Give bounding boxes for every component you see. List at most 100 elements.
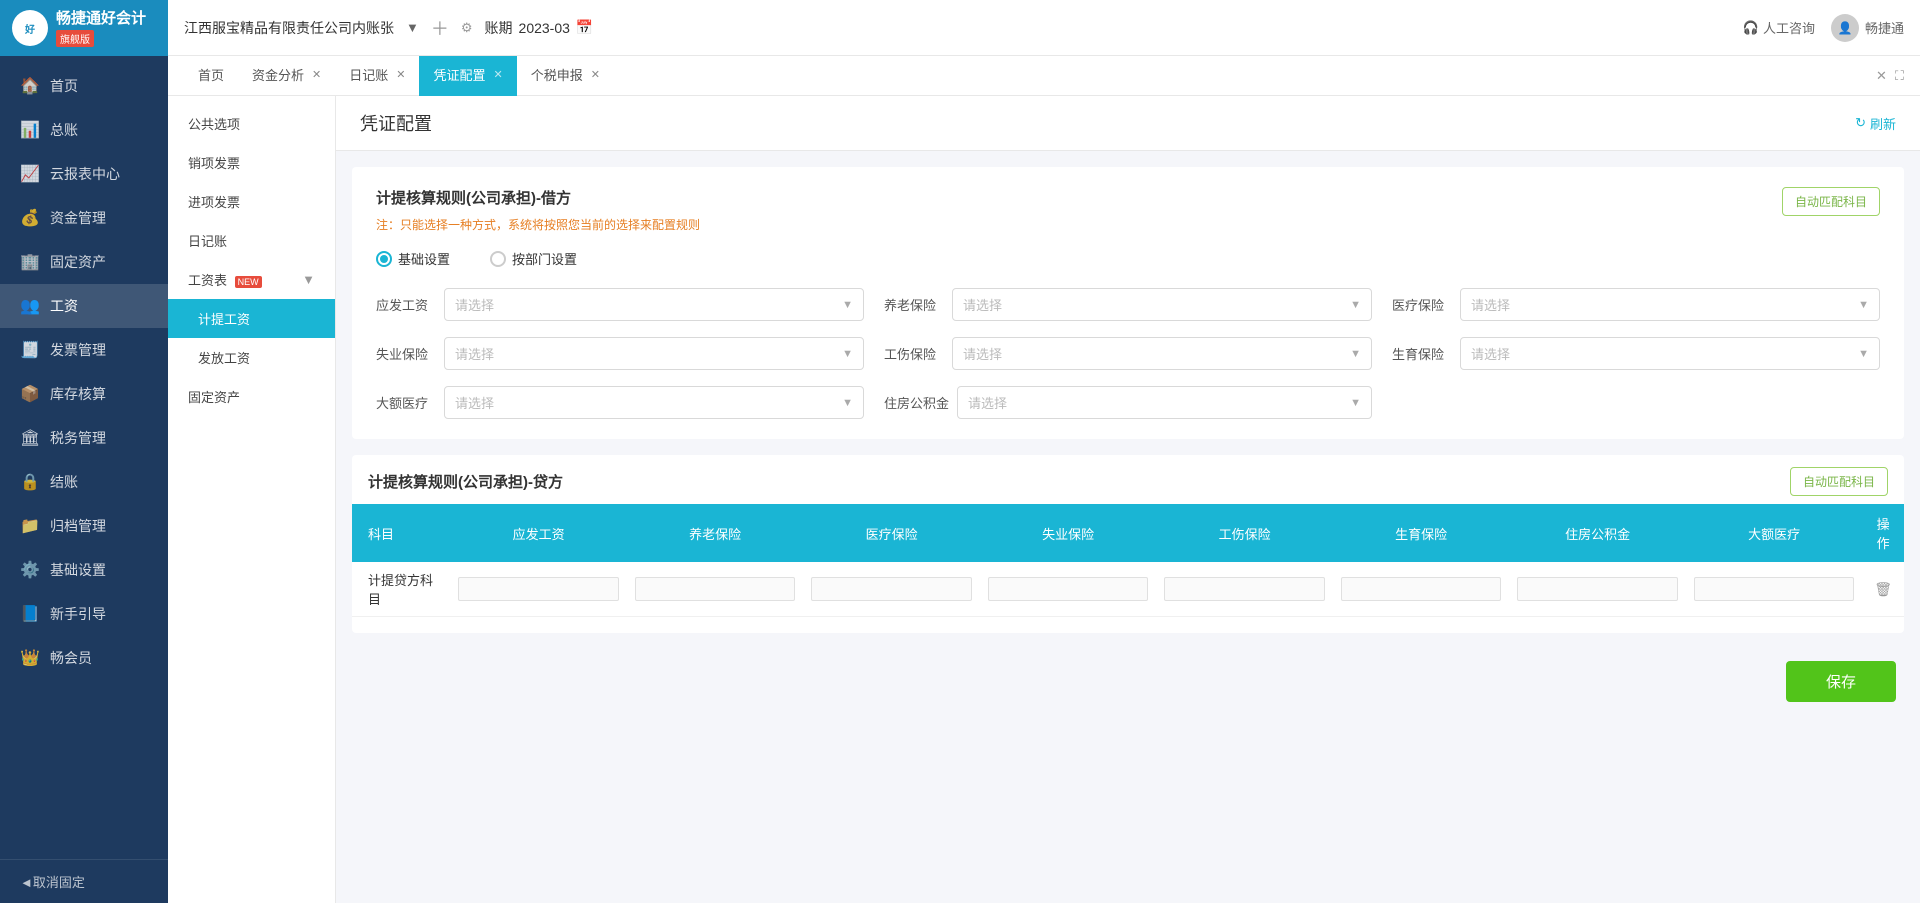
avatar: 👤 — [1831, 14, 1859, 42]
menu-sales-invoice[interactable]: 销项发票 — [168, 143, 335, 182]
sidebar-item-reports[interactable]: 📈 云报表中心 — [0, 152, 168, 196]
service-button[interactable]: 🎧 人工咨询 — [1743, 18, 1815, 37]
tab-funds[interactable]: 资金分析 ✕ — [238, 56, 335, 96]
field-injury: 工伤保险 请选择 ▼ — [884, 337, 1372, 370]
input-injury[interactable] — [1164, 577, 1324, 601]
sidebar-nav: 🏠 首页 📊 总账 📈 云报表中心 💰 资金管理 🏢 固定资产 👥 工资 🧾 发… — [0, 56, 168, 859]
tab-close-all[interactable]: ✕ — [1876, 68, 1887, 84]
cell-maternity — [1333, 562, 1509, 617]
sidebar-item-invoice[interactable]: 🧾 发票管理 — [0, 328, 168, 372]
input-bigmedical[interactable] — [1694, 577, 1854, 601]
sidebar-item-archive[interactable]: 📁 归档管理 — [0, 504, 168, 548]
maternity-select[interactable]: 请选择 ▼ — [1460, 337, 1880, 370]
cell-pension — [627, 562, 803, 617]
credit-auto-match-button[interactable]: 自动匹配科目 — [1790, 467, 1888, 496]
expand-icon[interactable]: ▼ — [302, 272, 315, 287]
tab-tax-close[interactable]: ✕ — [591, 68, 600, 81]
sidebar-item-home[interactable]: 🏠 首页 — [0, 64, 168, 108]
base-salary-label: 应发工资 — [376, 295, 436, 314]
sidebar-item-inventory[interactable]: 📦 库存核算 — [0, 372, 168, 416]
sidebar-item-close[interactable]: 🔒 结账 — [0, 460, 168, 504]
col-unemployment: 失业保险 — [980, 504, 1156, 562]
sidebar-item-salary[interactable]: 👥 工资 — [0, 284, 168, 328]
radio-group: 基础设置 按部门设置 — [376, 249, 1880, 268]
add-tab-button[interactable]: ＋ — [431, 15, 449, 41]
tab-diary[interactable]: 日记账 ✕ — [335, 56, 419, 96]
field-unemployment: 失业保险 请选择 ▼ — [376, 337, 864, 370]
tab-diary-close[interactable]: ✕ — [396, 68, 405, 81]
settings-icon: ⚙️ — [20, 560, 40, 580]
sidebar-item-assets[interactable]: 🏢 固定资产 — [0, 240, 168, 284]
housing-select[interactable]: 请选择 ▼ — [957, 386, 1372, 419]
radio-basic[interactable]: 基础设置 — [376, 249, 450, 268]
chevron-down-icon-3: ▼ — [1858, 299, 1869, 311]
settings-button[interactable]: ⚙ — [461, 20, 473, 36]
save-button[interactable]: 保存 — [1786, 661, 1896, 702]
tab-voucher[interactable]: 凭证配置 ✕ — [419, 56, 516, 96]
home-icon: 🏠 — [20, 76, 40, 96]
injury-label: 工伤保险 — [884, 344, 944, 363]
calendar-icon[interactable]: 📅 — [576, 19, 593, 36]
col-pension: 养老保险 — [627, 504, 803, 562]
radio-dept-circle — [490, 251, 506, 267]
refresh-button[interactable]: ↻ 刷新 — [1855, 114, 1896, 133]
company-name: 江西服宝精品有限责任公司内账张 — [184, 18, 394, 38]
field-medical: 医疗保险 请选择 ▼ — [1392, 288, 1880, 321]
unemployment-select[interactable]: 请选择 ▼ — [444, 337, 864, 370]
page-content: 凭证配置 ↻ 刷新 计提核算规则(公司承担)-借方 注：只能选择一种方式，系统将… — [336, 96, 1920, 903]
input-base-salary[interactable] — [458, 577, 618, 601]
tab-voucher-close[interactable]: ✕ — [494, 68, 503, 81]
base-salary-select[interactable]: 请选择 ▼ — [444, 288, 864, 321]
input-unemployment[interactable] — [988, 577, 1148, 601]
menu-accrual-salary[interactable]: 计提工资 — [168, 299, 335, 338]
cell-bigmedical — [1686, 562, 1862, 617]
chevron-down-icon-4: ▼ — [842, 348, 853, 360]
cell-unemployment — [980, 562, 1156, 617]
unemployment-label: 失业保险 — [376, 344, 436, 363]
tab-expand[interactable]: ⛶ — [1895, 68, 1904, 84]
debit-section-title: 计提核算规则(公司承担)-借方 — [376, 187, 700, 208]
refresh-icon: ↻ — [1855, 115, 1866, 131]
sidebar-item-guide[interactable]: 📘 新手引导 — [0, 592, 168, 636]
input-pension[interactable] — [635, 577, 795, 601]
sidebar-item-ledger[interactable]: 📊 总账 — [0, 108, 168, 152]
cell-base-salary — [450, 562, 626, 617]
cell-injury — [1156, 562, 1332, 617]
input-medical[interactable] — [811, 577, 971, 601]
bigmedical-select[interactable]: 请选择 ▼ — [444, 386, 864, 419]
input-maternity[interactable] — [1341, 577, 1501, 601]
sidebar-item-tax[interactable]: 🏛 税务管理 — [0, 416, 168, 460]
tabs-actions: ✕ ⛶ — [1876, 68, 1904, 84]
menu-pay-salary[interactable]: 发放工资 — [168, 338, 335, 377]
tab-home[interactable]: 首页 — [184, 56, 238, 96]
logo-area: 好 畅捷通好会计 旗舰版 — [0, 0, 168, 56]
tab-funds-close[interactable]: ✕ — [312, 68, 321, 81]
tab-tax[interactable]: 个税申报 ✕ — [517, 56, 614, 96]
logo-text: 畅捷通好会计 旗舰版 — [56, 10, 146, 47]
sidebar-item-settings[interactable]: ⚙️ 基础设置 — [0, 548, 168, 592]
company-dropdown-icon[interactable]: ▼ — [406, 20, 419, 35]
menu-purchase-invoice[interactable]: 进项发票 — [168, 182, 335, 221]
credit-section-header: 计提核算规则(公司承担)-贷方 自动匹配科目 — [352, 455, 1904, 504]
col-subject: 科目 — [352, 504, 450, 562]
cancel-fixed-button[interactable]: ◄取消固定 — [0, 859, 168, 903]
pension-select[interactable]: 请选择 ▼ — [952, 288, 1372, 321]
menu-diary[interactable]: 日记账 — [168, 221, 335, 260]
delete-row-button[interactable]: 🗑 — [1874, 581, 1892, 597]
field-maternity: 生育保险 请选择 ▼ — [1392, 337, 1880, 370]
pension-label: 养老保险 — [884, 295, 944, 314]
guide-icon: 📘 — [20, 604, 40, 624]
injury-select[interactable]: 请选择 ▼ — [952, 337, 1372, 370]
medical-select[interactable]: 请选择 ▼ — [1460, 288, 1880, 321]
menu-salary-table[interactable]: 工资表 NEW ▼ — [168, 260, 335, 299]
sidebar-item-member[interactable]: 👑 畅会员 — [0, 636, 168, 680]
user-menu[interactable]: 👤 畅捷通 — [1831, 14, 1904, 42]
menu-fixed-assets[interactable]: 固定资产 — [168, 377, 335, 416]
field-base-salary: 应发工资 请选择 ▼ — [376, 288, 864, 321]
radio-department[interactable]: 按部门设置 — [490, 249, 577, 268]
menu-public[interactable]: 公共选项 — [168, 104, 335, 143]
sidebar-item-funds[interactable]: 💰 资金管理 — [0, 196, 168, 240]
cell-housing — [1509, 562, 1685, 617]
debit-auto-match-button[interactable]: 自动匹配科目 — [1782, 187, 1880, 216]
input-housing[interactable] — [1517, 577, 1677, 601]
